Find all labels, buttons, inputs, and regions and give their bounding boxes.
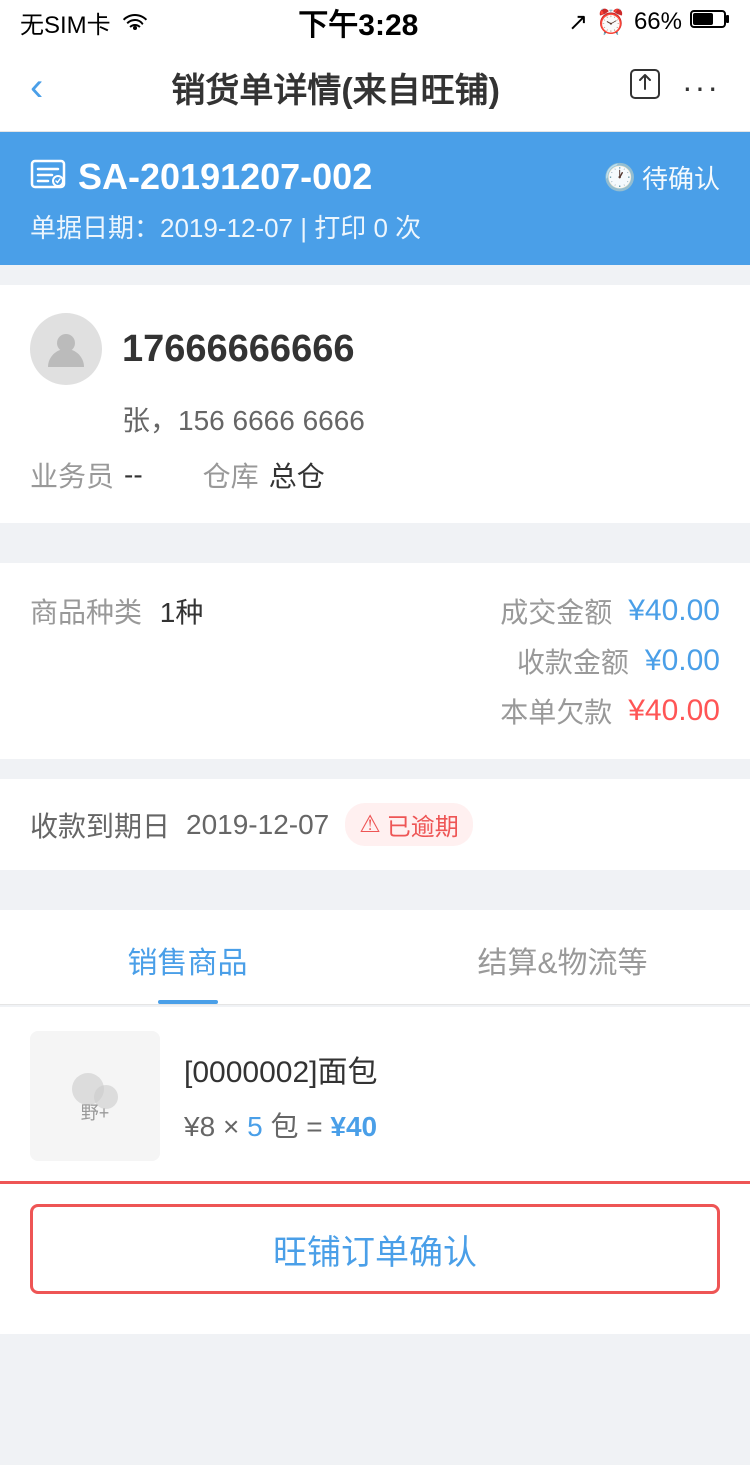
tab-settlement[interactable]: 结算&物流等 [375, 910, 750, 1004]
order-date: 单据日期：2019-12-07 | 打印 0 次 [30, 208, 720, 245]
amount-label: 成交金额 [500, 591, 612, 631]
product-info: [0000002]面包 ¥8 × 5 包 = ¥40 [184, 1047, 720, 1145]
warning-icon: ⚠ [359, 810, 381, 839]
category-label: 商品种类 [30, 597, 142, 628]
avatar [30, 313, 102, 385]
warehouse-label: 仓库 [203, 455, 259, 495]
tab-bar: 销售商品 结算&物流等 [0, 910, 750, 1005]
status-right: ↗ ⏰ 66% [568, 8, 730, 37]
confirm-order-button[interactable]: 旺铺订单确认 [30, 1204, 720, 1294]
received-label: 收款金额 [517, 641, 629, 681]
order-status: 🕐 待确认 [604, 159, 720, 196]
location-icon: ↗ [568, 8, 588, 37]
product-item: 野+ [0000002]面包 ¥8 × 5 包 = ¥40 [0, 1007, 750, 1185]
owed-value: ¥40.00 [628, 694, 720, 728]
page-title: 销货单详情(来自旺铺) [171, 63, 500, 112]
product-name: [0000002]面包 [184, 1047, 720, 1091]
divider-1 [0, 523, 750, 543]
status-bar: 无SIM卡 下午3:28 ↗ ⏰ 66% [0, 0, 750, 44]
more-icon[interactable]: ··· [682, 69, 720, 106]
product-total: ¥40 [330, 1111, 377, 1142]
amount-value: ¥40.00 [628, 594, 720, 628]
carrier-text: 无SIM卡 [20, 5, 111, 40]
due-date-section: 收款到期日 2019-12-07 ⚠ 已逾期 [0, 779, 750, 870]
bottom-button-area: 旺铺订单确认 [0, 1181, 750, 1334]
summary-section: 商品种类 1种 成交金额 ¥40.00 收款金额 ¥0.00 本单欠款 ¥40.… [0, 563, 750, 759]
warehouse-value: 总仓 [269, 455, 325, 495]
category-value: 1种 [160, 597, 204, 628]
nav-bar: ‹ 销货单详情(来自旺铺) ··· [0, 44, 750, 132]
customer-section: 17666666666 张，156 6666 6666 业务员 -- 仓库 总仓 [0, 285, 750, 523]
customer-name: 张，156 6666 6666 [30, 399, 720, 439]
sales-label: 业务员 [30, 455, 114, 495]
amount-info: 成交金额 ¥40.00 收款金额 ¥0.00 本单欠款 ¥40.00 [500, 591, 720, 731]
sales-value: -- [124, 459, 143, 491]
product-price: ¥8 × 5 包 = ¥40 [184, 1105, 720, 1145]
customer-meta: 业务员 -- 仓库 总仓 [30, 455, 720, 495]
divider-2 [0, 870, 750, 890]
category-info: 商品种类 1种 [30, 591, 203, 631]
customer-phone: 17666666666 [122, 328, 354, 371]
clock-icon: 🕐 [604, 162, 636, 193]
status-time: 下午3:28 [298, 0, 418, 44]
overdue-badge: ⚠ 已逾期 [345, 803, 473, 846]
battery-icon [690, 8, 730, 37]
owed-label: 本单欠款 [500, 691, 612, 731]
due-date-value: 2019-12-07 [186, 809, 329, 841]
status-left: 无SIM卡 [20, 5, 149, 40]
product-qty: 5 [247, 1111, 263, 1142]
order-icon [30, 156, 66, 198]
back-button[interactable]: ‹ [30, 65, 43, 110]
wifi-icon [121, 8, 149, 37]
order-id: SA-20191207-002 [30, 156, 372, 198]
received-value: ¥0.00 [645, 644, 720, 678]
order-header: SA-20191207-002 🕐 待确认 单据日期：2019-12-07 | … [0, 132, 750, 265]
battery-text: 66% [634, 8, 682, 36]
nav-icons: ··· [628, 67, 720, 108]
share-icon[interactable] [628, 67, 662, 108]
alarm-icon: ⏰ [596, 8, 626, 37]
product-thumbnail: 野+ [30, 1031, 160, 1161]
tab-sales[interactable]: 销售商品 [0, 910, 375, 1004]
svg-text:野+: 野+ [81, 1103, 110, 1123]
overdue-text: 已逾期 [387, 807, 459, 842]
due-date-label: 收款到期日 [30, 805, 170, 845]
